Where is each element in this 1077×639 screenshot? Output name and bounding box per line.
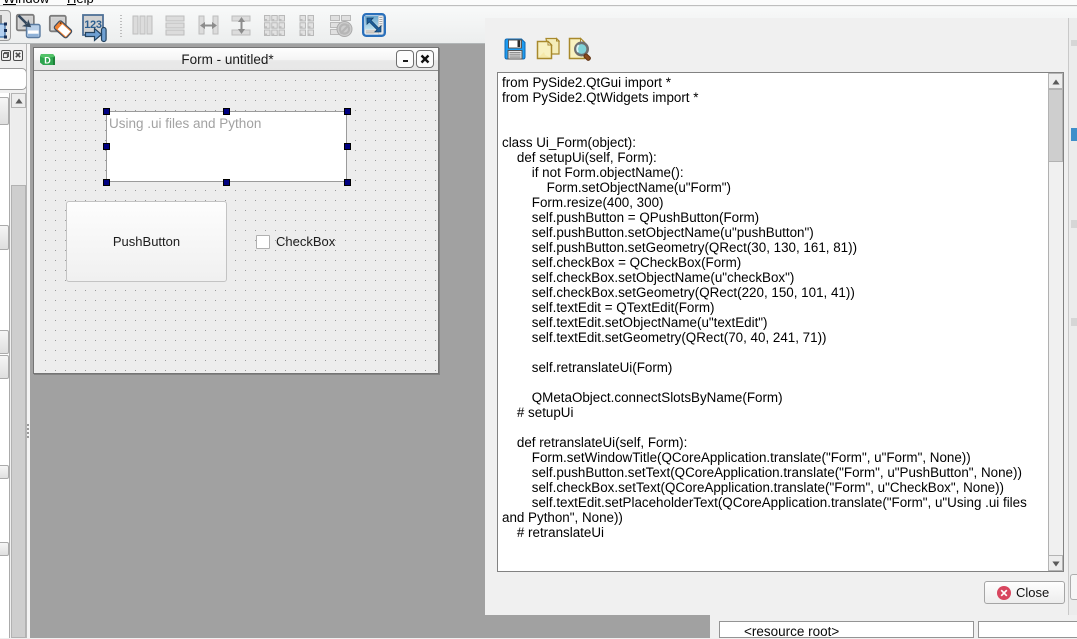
svg-text:123: 123 xyxy=(84,19,102,31)
